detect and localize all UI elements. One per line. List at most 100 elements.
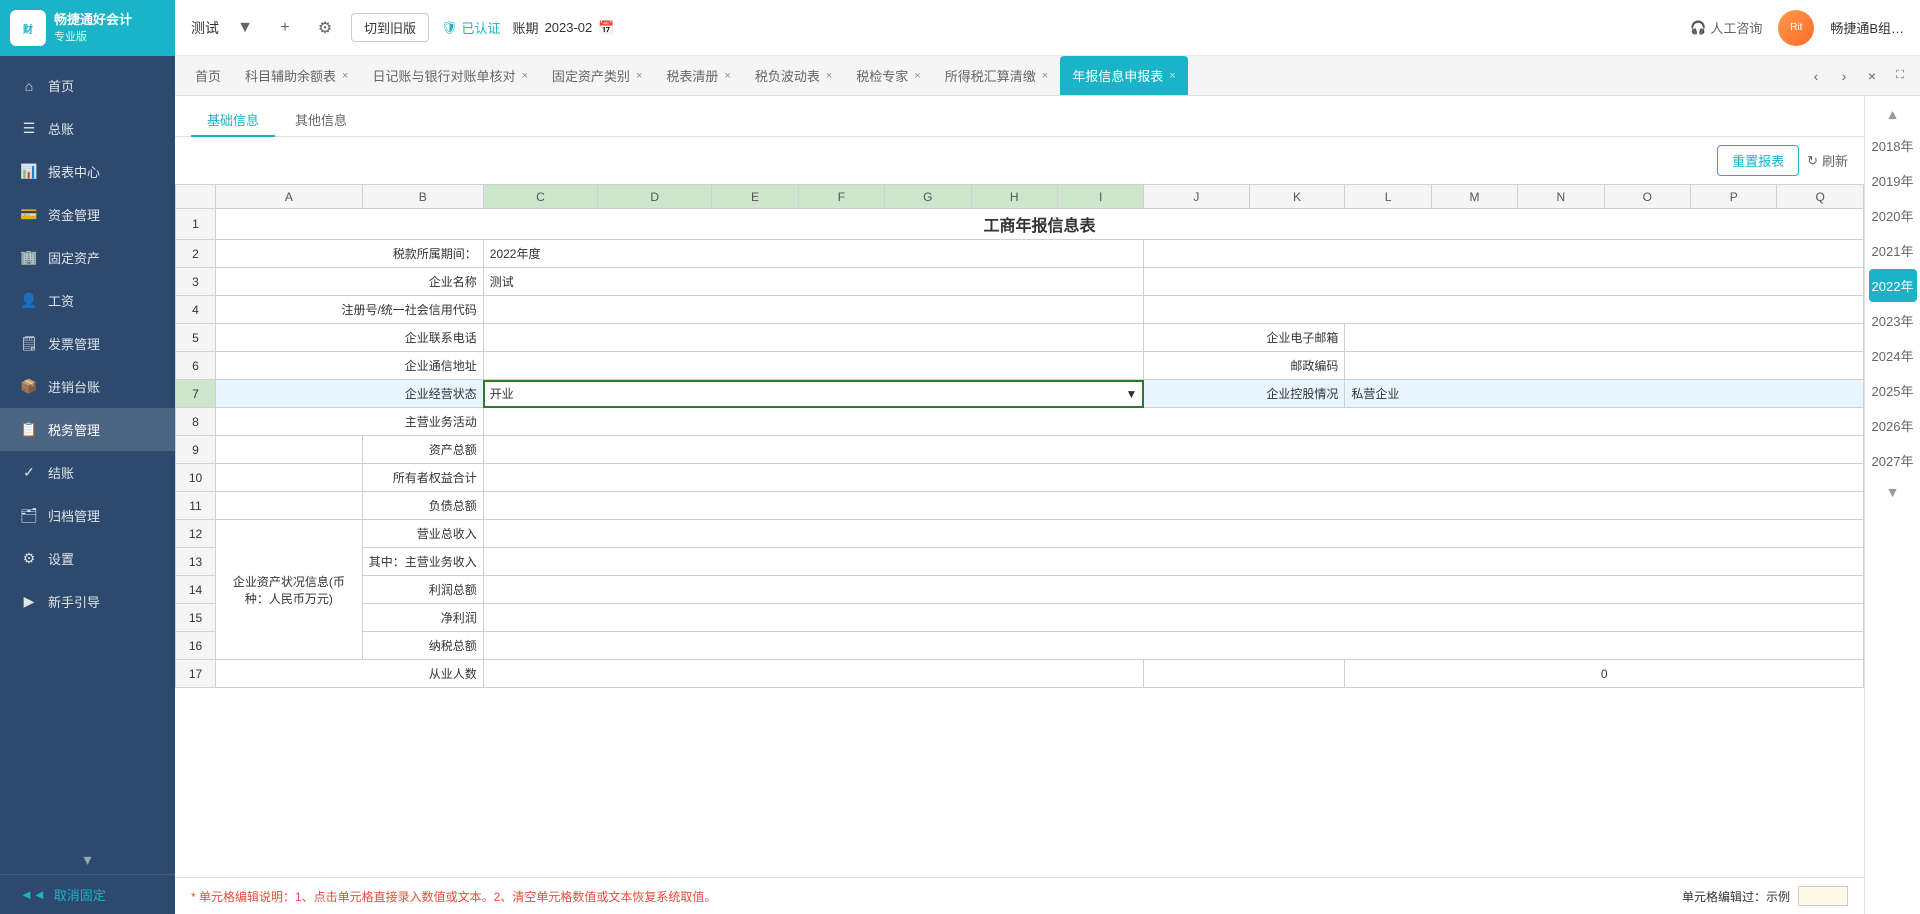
sub-tab-other[interactable]: 其他信息 (279, 104, 363, 137)
tab-close-all-button[interactable]: × (1860, 64, 1884, 88)
tab-auxiliary-balance[interactable]: 科目辅助余额表 × (233, 56, 360, 96)
tab-next-button[interactable]: › (1832, 64, 1856, 88)
year-item-2026[interactable]: 2026年 (1869, 409, 1917, 442)
refresh-button[interactable]: ↻ 刷新 (1807, 151, 1848, 170)
tab-tax-expert[interactable]: 税检专家 × (844, 56, 932, 96)
tab-close-fixed-asset[interactable]: × (636, 70, 642, 82)
col-header-j[interactable]: J (1144, 185, 1249, 209)
year-item-2025[interactable]: 2025年 (1869, 374, 1917, 407)
cell-1-title[interactable]: 工商年报信息表 (216, 209, 1864, 240)
cell-15-label: 净利润 (362, 604, 483, 632)
cell-13-value[interactable] (483, 548, 1863, 576)
tab-close-income-tax[interactable]: × (1042, 70, 1048, 82)
cell-10-value[interactable] (483, 464, 1863, 492)
grid-wrapper[interactable]: A B C D E F G H I J K L M (175, 184, 1864, 877)
col-header-c[interactable]: C (483, 185, 597, 209)
tab-close-tax-expert[interactable]: × (914, 70, 920, 82)
cell-16-value[interactable] (483, 632, 1863, 660)
col-header-p[interactable]: P (1691, 185, 1777, 209)
tab-close-annual-report[interactable]: × (1169, 70, 1175, 82)
cell-7-dropdown[interactable]: 开业 ▼ (483, 380, 1144, 408)
col-header-o[interactable]: O (1604, 185, 1690, 209)
sidebar-item-report-center[interactable]: 📊 报表中心 (0, 150, 175, 193)
cell-7-holding-value[interactable]: 私营企业 (1345, 380, 1864, 408)
sidebar-item-tax-management[interactable]: 📋 税务管理 (0, 408, 175, 451)
tab-close-tax-fluctuation[interactable]: × (826, 70, 832, 82)
tab-close-tax-schedule[interactable]: × (724, 70, 730, 82)
year-item-2027[interactable]: 2027年 (1869, 444, 1917, 477)
col-header-q[interactable]: Q (1777, 185, 1864, 209)
cell-11-value[interactable] (483, 492, 1863, 520)
sub-tab-basic[interactable]: 基础信息 (191, 104, 275, 137)
year-scroll-down-button[interactable]: ▼ (1877, 478, 1909, 506)
cell-6-value[interactable] (483, 352, 1144, 380)
reset-report-button[interactable]: 重置报表 (1717, 145, 1799, 176)
cell-15-value[interactable] (483, 604, 1863, 632)
settings-button[interactable]: ⚙ (311, 14, 339, 42)
sidebar-item-home[interactable]: ⌂ 首页 (0, 64, 175, 107)
year-item-2022[interactable]: 2022年 (1869, 269, 1917, 302)
cell-3-value[interactable]: 测试 (483, 268, 1144, 296)
tab-tax-fluctuation[interactable]: 税负波动表 × (743, 56, 844, 96)
cell-17-value[interactable] (483, 660, 1144, 688)
company-dropdown-button[interactable]: ▼ (231, 14, 259, 42)
tab-prev-button[interactable]: ‹ (1804, 64, 1828, 88)
sidebar-item-guide[interactable]: ▶ 新手引导 (0, 580, 175, 623)
tab-close-journal-bank[interactable]: × (521, 70, 527, 82)
col-header-a[interactable]: A (216, 185, 363, 209)
col-header-m[interactable]: M (1431, 185, 1517, 209)
tab-close-auxiliary-balance[interactable]: × (342, 70, 348, 82)
customer-service[interactable]: 🎧 人工咨询 (1690, 18, 1762, 37)
cell-5-email-value[interactable] (1345, 324, 1864, 352)
sidebar-item-archive[interactable]: 🗂 归档管理 (0, 494, 175, 537)
col-header-h[interactable]: H (971, 185, 1057, 209)
year-scroll-up-button[interactable]: ▲ (1877, 100, 1909, 128)
sidebar-footer-unpin[interactable]: ◄◄ 取消固定 (0, 874, 175, 914)
guide-icon: ▶ (20, 593, 38, 611)
cell-5-value[interactable] (483, 324, 1144, 352)
sidebar-scroll-down[interactable]: ▾ (0, 846, 175, 874)
year-item-2019[interactable]: 2019年 (1869, 164, 1917, 197)
cell-14-value[interactable] (483, 576, 1863, 604)
cell-12-value[interactable] (483, 520, 1863, 548)
sidebar-item-fixed-assets[interactable]: 🏢 固定资产 (0, 236, 175, 279)
col-header-e[interactable]: E (712, 185, 798, 209)
switch-version-button[interactable]: 切到旧版 (351, 13, 429, 42)
cell-6-postal-value[interactable] (1345, 352, 1864, 380)
tab-journal-bank[interactable]: 日记账与银行对账单核对 × (360, 56, 539, 96)
add-button[interactable]: + (271, 14, 299, 42)
year-item-2020[interactable]: 2020年 (1869, 199, 1917, 232)
sidebar-item-payroll[interactable]: 👤 工资 (0, 279, 175, 322)
sidebar-item-fund-management[interactable]: 💳 资金管理 (0, 193, 175, 236)
tab-fullscreen-button[interactable]: ⛶ (1888, 64, 1912, 88)
tab-tax-schedule[interactable]: 税表清册 × (654, 56, 742, 96)
sidebar-item-purchase-sales[interactable]: 📦 进销台账 (0, 365, 175, 408)
cell-9-value[interactable] (483, 436, 1863, 464)
sidebar-item-invoice-management[interactable]: 🗒 发票管理 (0, 322, 175, 365)
cell-2-value[interactable]: 2022年度 (483, 240, 1144, 268)
tab-fixed-asset-category[interactable]: 固定资产类别 × (540, 56, 654, 96)
calendar-icon[interactable]: 📅 (598, 20, 614, 36)
cell-4-value[interactable] (483, 296, 1144, 324)
year-item-2023[interactable]: 2023年 (1869, 304, 1917, 337)
col-header-n[interactable]: N (1518, 185, 1604, 209)
year-item-2018[interactable]: 2018年 (1869, 129, 1917, 162)
col-header-d[interactable]: D (598, 185, 712, 209)
cell-8-value[interactable] (483, 408, 1863, 436)
tab-income-tax[interactable]: 所得税汇算清缴 × (933, 56, 1060, 96)
sidebar-item-general-ledger[interactable]: ☰ 总账 (0, 107, 175, 150)
tab-annual-report[interactable]: 年报信息申报表 × (1060, 56, 1187, 96)
col-header-k[interactable]: K (1249, 185, 1345, 209)
col-header-f[interactable]: F (798, 185, 884, 209)
sidebar-item-checkout[interactable]: ✓ 结账 (0, 451, 175, 494)
col-header-b[interactable]: B (362, 185, 483, 209)
cell-17-right[interactable]: 0 (1345, 660, 1864, 688)
sidebar-item-settings[interactable]: ⚙ 设置 (0, 537, 175, 580)
col-header-l[interactable]: L (1345, 185, 1431, 209)
col-header-i[interactable]: I (1057, 185, 1143, 209)
year-item-2021[interactable]: 2021年 (1869, 234, 1917, 267)
col-header-g[interactable]: G (885, 185, 971, 209)
tab-home[interactable]: 首页 (183, 56, 233, 96)
avatar[interactable]: Rit (1778, 10, 1814, 46)
year-item-2024[interactable]: 2024年 (1869, 339, 1917, 372)
